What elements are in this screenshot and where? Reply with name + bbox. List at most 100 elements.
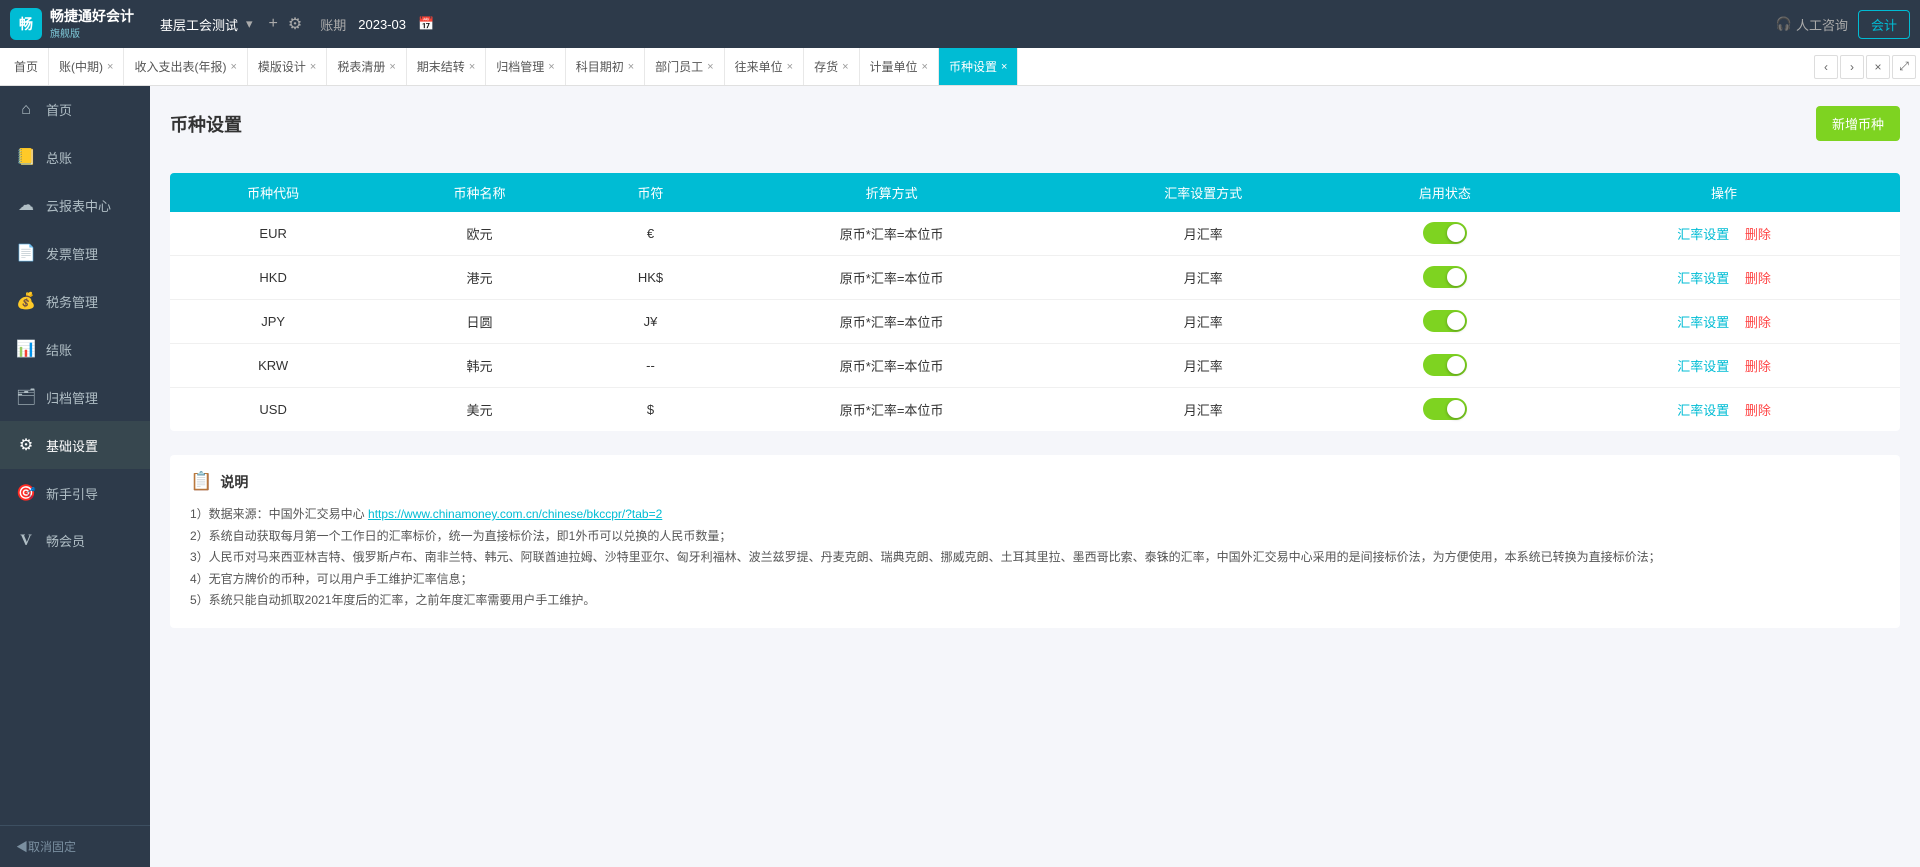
tab-prev-button[interactable]: ‹: [1814, 55, 1838, 79]
sidebar-item-member[interactable]: V 畅会员: [0, 517, 150, 564]
enable-toggle[interactable]: [1423, 266, 1467, 288]
tab-unit-close[interactable]: ×: [922, 61, 928, 73]
tab-close-all-button[interactable]: ×: [1866, 55, 1890, 79]
tab-archive-close[interactable]: ×: [548, 61, 554, 73]
cell-calc: 原币*汇率=本位币: [718, 344, 1064, 388]
tab-tax[interactable]: 税表清册 ×: [327, 48, 406, 86]
cell-rate-type: 月汇率: [1065, 344, 1342, 388]
sidebar-member-label: 畅会员: [46, 531, 85, 550]
rate-setting-link[interactable]: 汇率设置: [1677, 271, 1729, 286]
cell-calc: 原币*汇率=本位币: [718, 388, 1064, 432]
cell-actions: 汇率设置 删除: [1548, 212, 1900, 256]
tab-income-report-close[interactable]: ×: [230, 61, 236, 73]
support-button[interactable]: 🎧 人工咨询: [1776, 15, 1848, 34]
note-list: 1）数据来源：中国外汇交易中心 https://www.chinamoney.c…: [190, 504, 1880, 612]
tab-period-end-close[interactable]: ×: [469, 61, 475, 73]
sidebar-item-invoice[interactable]: 📄 发票管理: [0, 229, 150, 277]
toggle-knob: [1447, 268, 1465, 286]
calendar-icon[interactable]: 📅: [418, 16, 434, 32]
rate-setting-link[interactable]: 汇率设置: [1677, 315, 1729, 330]
note-item: 2）系统自动获取每月第一个工作日的汇率标价，统一为直接标价法，即1外币可以兑换的…: [190, 526, 1880, 548]
tab-income-report[interactable]: 收入支出表(年报) ×: [124, 48, 247, 86]
cell-toggle: [1342, 212, 1548, 256]
col-rate-type: 汇率设置方式: [1065, 173, 1342, 212]
delete-link[interactable]: 删除: [1745, 271, 1771, 286]
guide-icon: 🎯: [16, 483, 36, 503]
tab-home[interactable]: 首页: [4, 48, 49, 86]
tab-partner-label: 往来单位: [735, 58, 783, 75]
table-header: 币种代码 币种名称 币符 折算方式 汇率设置方式 启用状态 操作: [170, 173, 1900, 212]
sidebar-item-tax[interactable]: 💰 税务管理: [0, 277, 150, 325]
logo-initials: 畅: [19, 14, 33, 34]
cell-actions: 汇率设置 删除: [1548, 256, 1900, 300]
tab-unit[interactable]: 计量单位 ×: [860, 48, 939, 86]
tab-income-report-label: 收入支出表(年报): [134, 58, 226, 75]
cell-code: HKD: [170, 256, 376, 300]
headset-icon: 🎧: [1776, 16, 1792, 32]
tab-next-button[interactable]: ›: [1840, 55, 1864, 79]
tab-dept-staff[interactable]: 部门员工 ×: [645, 48, 724, 86]
tab-bar: 首页 账(中期) × 收入支出表(年报) × 模版设计 × 税表清册 × 期末结…: [0, 48, 1920, 86]
tab-inventory[interactable]: 存货 ×: [804, 48, 859, 86]
rate-setting-link[interactable]: 汇率设置: [1677, 403, 1729, 418]
tab-template-close[interactable]: ×: [310, 61, 316, 73]
sidebar-item-reports[interactable]: ☁ 云报表中心: [0, 181, 150, 229]
delete-link[interactable]: 删除: [1745, 403, 1771, 418]
rate-setting-link[interactable]: 汇率设置: [1677, 227, 1729, 242]
sidebar-item-settings[interactable]: ⚙ 基础设置: [0, 421, 150, 469]
app-logo-icon: 畅: [10, 8, 42, 40]
sidebar-item-settlement[interactable]: 📊 结账: [0, 325, 150, 373]
sidebar-item-guide[interactable]: 🎯 新手引导: [0, 469, 150, 517]
tab-ledger-period[interactable]: 账(中期) ×: [49, 48, 124, 86]
tab-currency-label: 币种设置: [949, 58, 997, 75]
settings-icon[interactable]: ⚙: [288, 14, 302, 34]
tab-currency-close[interactable]: ×: [1001, 61, 1007, 73]
note-link[interactable]: https://www.chinamoney.com.cn/chinese/bk…: [368, 507, 662, 521]
delete-link[interactable]: 删除: [1745, 359, 1771, 374]
rate-setting-link[interactable]: 汇率设置: [1677, 359, 1729, 374]
col-name: 币种名称: [376, 173, 582, 212]
tab-tax-close[interactable]: ×: [389, 61, 395, 73]
workspace-name: 基层工会测试: [160, 15, 238, 34]
cell-symbol: €: [583, 212, 719, 256]
tab-partner[interactable]: 往来单位 ×: [725, 48, 804, 86]
enable-toggle[interactable]: [1423, 354, 1467, 376]
sidebar-item-archive[interactable]: 🗂 归档管理: [0, 373, 150, 421]
add-workspace-icon[interactable]: +: [269, 15, 278, 33]
tab-expand-button[interactable]: ⤢: [1892, 55, 1916, 79]
tab-dept-staff-close[interactable]: ×: [707, 61, 713, 73]
sidebar-item-ledger[interactable]: 📒 总账: [0, 133, 150, 181]
enable-toggle[interactable]: [1423, 222, 1467, 244]
delete-link[interactable]: 删除: [1745, 315, 1771, 330]
tab-archive[interactable]: 归档管理 ×: [486, 48, 565, 86]
tab-unit-label: 计量单位: [870, 58, 918, 75]
new-currency-button[interactable]: 新增币种: [1816, 106, 1900, 141]
unpin-sidebar-button[interactable]: ◀取消固定: [0, 826, 150, 867]
enable-toggle[interactable]: [1423, 398, 1467, 420]
tab-ledger-period-close[interactable]: ×: [107, 61, 113, 73]
table-row: JPY 日圆 J¥ 原币*汇率=本位币 月汇率 汇率设置 删除: [170, 300, 1900, 344]
main-layout: ⌂ 首页 📒 总账 ☁ 云报表中心 📄 发票管理 💰 税务管理 📊 结账 🗂 归…: [0, 86, 1920, 867]
tab-period-end[interactable]: 期末结转 ×: [407, 48, 486, 86]
cell-actions: 汇率设置 删除: [1548, 388, 1900, 432]
tab-partner-close[interactable]: ×: [787, 61, 793, 73]
tab-subject-init-close[interactable]: ×: [628, 61, 634, 73]
table-row: USD 美元 $ 原币*汇率=本位币 月汇率 汇率设置 删除: [170, 388, 1900, 432]
enable-toggle[interactable]: [1423, 310, 1467, 332]
toggle-knob: [1447, 224, 1465, 242]
note-item: 5）系统只能自动抓取2021年度后的汇率，之前年度汇率需要用户手工维护。: [190, 590, 1880, 612]
tab-template[interactable]: 模版设计 ×: [248, 48, 327, 86]
table-row: HKD 港元 HK$ 原币*汇率=本位币 月汇率 汇率设置 删除: [170, 256, 1900, 300]
support-label: 人工咨询: [1796, 15, 1848, 34]
tab-currency[interactable]: 币种设置 ×: [939, 48, 1018, 86]
tab-inventory-close[interactable]: ×: [842, 61, 848, 73]
tab-archive-label: 归档管理: [496, 58, 544, 75]
sidebar-item-home[interactable]: ⌂ 首页: [0, 86, 150, 133]
workspace-dropdown-icon[interactable]: ▾: [246, 16, 253, 32]
period-value: 2023-03: [358, 17, 406, 32]
tab-subject-init[interactable]: 科目期初 ×: [566, 48, 645, 86]
delete-link[interactable]: 删除: [1745, 227, 1771, 242]
account-button[interactable]: 会计: [1858, 10, 1910, 39]
cell-name: 美元: [376, 388, 582, 432]
top-right: 🎧 人工咨询 会计: [1776, 10, 1910, 39]
